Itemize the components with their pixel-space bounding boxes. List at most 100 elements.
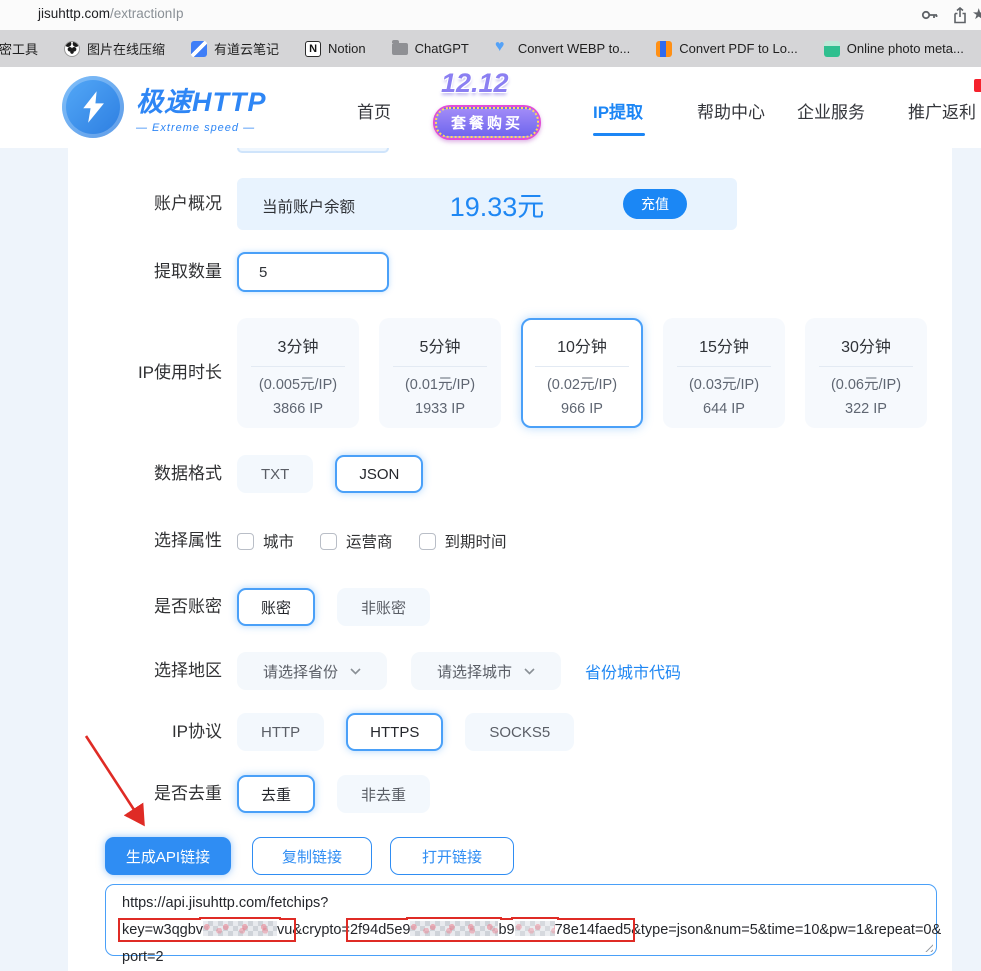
api-url-line3: port=2 [122,949,164,965]
chevron-down-icon [524,667,535,675]
mosaic-redaction [203,921,278,936]
quantity-input[interactable]: 5 [237,252,389,292]
duration-row: IP使用时长 3分钟 (0.005元/IP) 3866 IP 5分钟 (0.01… [68,318,952,428]
attribute-checkbox-expiry[interactable]: 到期时间 [418,530,507,552]
auth-option-credentials-selected[interactable]: 账密 [237,588,316,626]
quantity-row: 提取数量 5 [68,252,952,292]
protocol-row: IP协议 HTTP HTTPS SOCKS5 [68,713,952,751]
protocol-option-socks5[interactable]: SOCKS5 [465,713,575,751]
promo-pill: 套餐购买 [433,105,542,140]
protocol-option-https-selected[interactable]: HTTPS [346,713,444,751]
lightning-logo-icon [62,76,124,138]
region-label: 选择地区 [154,661,222,680]
bookmark-notion[interactable]: N Notion [305,40,366,57]
url-path: /extractionIp [110,6,184,21]
chevron-down-icon [350,667,361,675]
site-header: 极速HTTP — Extreme speed — 首页 12.12 套餐购买 I… [0,67,981,149]
province-select[interactable]: 请选择省份 [237,652,387,690]
extraction-form-card: 账户概况 当前账户余额 19.33元 充值 提取数量 5 IP使用时长 3分钟 … [68,148,952,971]
url-text[interactable]: jisuhttp.com/extractionIp [38,6,184,21]
panda-icon [64,40,81,57]
bookmark-convert-pdf[interactable]: Convert PDF to Lo... [656,40,798,57]
region-row: 选择地区 请选择省份 请选择城市 省份城市代码 [68,652,952,690]
auth-option-no-credentials[interactable]: 非账密 [337,588,431,626]
url-host: jisuhttp.com [38,6,111,21]
nav-referral[interactable]: 推广返利 [908,98,976,123]
protocol-option-http[interactable]: HTTP [237,713,325,751]
duration-label: IP使用时长 [137,363,222,382]
generate-api-link-button[interactable]: 生成API链接 [105,837,231,875]
site-logo[interactable]: 极速HTTP — Extreme speed — [62,76,267,138]
quantity-label: 提取数量 [154,262,222,281]
share-icon[interactable] [953,6,967,24]
duration-option-15min[interactable]: 15分钟 (0.03元/IP) 644 IP [663,318,785,428]
format-row: 数据格式 TXT JSON [68,455,952,493]
dedupe-option-yes-selected[interactable]: 去重 [237,775,316,813]
account-label: 账户概况 [154,194,222,213]
folder-icon [391,39,408,55]
bookmark-encrypt-tool[interactable]: 加密工具 [0,39,38,58]
dedupe-option-no[interactable]: 非去重 [337,775,431,813]
mosaic-redaction [410,921,499,936]
duration-option-10min-selected[interactable]: 10分钟 (0.02元/IP) 966 IP [521,318,643,428]
api-url-line1: https://api.jisuhttp.com/fetchips? [122,895,329,911]
promo-label: 套餐购买 [435,107,540,138]
account-row: 账户概况 当前账户余额 19.33元 充值 [68,178,952,230]
logo-subtitle: — Extreme speed — [136,122,256,134]
clipped-field-above [237,148,389,153]
youdao-icon [191,40,208,57]
actions-row: 生成API链接 复制链接 打开链接 [68,837,952,875]
api-url-line2: key=w3qgbv vu&crypto=2f94d5e9 b9 78e14faed5… [117,918,942,942]
balance-value: 19.33元 [449,192,545,222]
redacted-key-highlight: key=w3qgbv vu [117,918,297,942]
attributes-row: 选择属性 城市 运营商 到期时间 [68,526,952,556]
pdf-converter-icon [656,40,673,57]
password-key-icon[interactable] [921,8,939,22]
mosaic-redaction [514,921,555,936]
bookmark-convert-webp[interactable]: Convert WEBP to... [495,38,630,57]
clipped-toolbar-icon[interactable]: ★ [972,5,981,23]
bookmarks-bar: 加密工具 图片在线压缩 有道云笔记 NNotion ChatGPT Conver… [0,30,981,68]
balance-caption: 当前账户余额 [262,199,356,216]
attribute-checkbox-isp[interactable]: 运营商 [320,530,393,552]
nav-referral-badge [974,79,981,92]
dedupe-label: 是否去重 [154,784,222,803]
api-url-output[interactable]: https://api.jisuhttp.com/fetchips? key=w… [105,884,942,965]
checkbox-icon[interactable] [237,532,254,550]
nav-active-underline [593,133,645,136]
city-select[interactable]: 请选择城市 [411,652,561,690]
bookmark-chatgpt-folder[interactable]: ChatGPT [391,39,469,56]
bookmark-youdao[interactable]: 有道云笔记 [191,39,279,58]
format-option-txt[interactable]: TXT [237,455,314,493]
nav-ip-extract[interactable]: IP提取 [593,98,643,123]
attribute-checkbox-city[interactable]: 城市 [237,530,294,552]
nav-enterprise[interactable]: 企业服务 [797,98,865,123]
attributes-label: 选择属性 [154,531,222,550]
open-link-button[interactable]: 打开链接 [390,837,514,875]
auth-label: 是否账密 [154,597,222,616]
dedupe-row: 是否去重 去重 非去重 [68,775,952,813]
auth-row: 是否账密 账密 非账密 [68,588,952,626]
duration-option-30min[interactable]: 30分钟 (0.06元/IP) 322 IP [805,318,927,428]
duration-option-3min[interactable]: 3分钟 (0.005元/IP) 3866 IP [237,318,359,428]
copy-link-button[interactable]: 复制链接 [252,837,372,875]
nav-help-center[interactable]: 帮助中心 [697,98,765,123]
photo-meta-icon [823,40,840,57]
recharge-button[interactable]: 充值 [623,189,687,219]
protocol-label: IP协议 [171,722,222,741]
nav-home[interactable]: 首页 [357,98,391,123]
bookmark-image-compress[interactable]: 图片在线压缩 [64,39,165,58]
format-option-json-selected[interactable]: JSON [335,455,424,493]
bookmark-photo-meta[interactable]: Online photo meta... [823,40,964,57]
promo-banner[interactable]: 12.12 套餐购买 [433,68,547,142]
redacted-crypto-highlight: 2f94d5e9 b9 78e14faed5 [345,918,636,942]
duration-option-5min[interactable]: 5分钟 (0.01元/IP) 1933 IP [379,318,501,428]
checkbox-icon[interactable] [320,532,338,550]
format-label: 数据格式 [154,464,222,483]
account-panel: 当前账户余额 19.33元 充值 [237,178,737,230]
notion-icon: N [305,40,322,57]
heart-icon [495,38,511,57]
province-city-code-link[interactable]: 省份城市代码 [585,659,681,683]
promo-number: 12.12 [441,68,509,98]
checkbox-icon[interactable] [418,532,436,550]
